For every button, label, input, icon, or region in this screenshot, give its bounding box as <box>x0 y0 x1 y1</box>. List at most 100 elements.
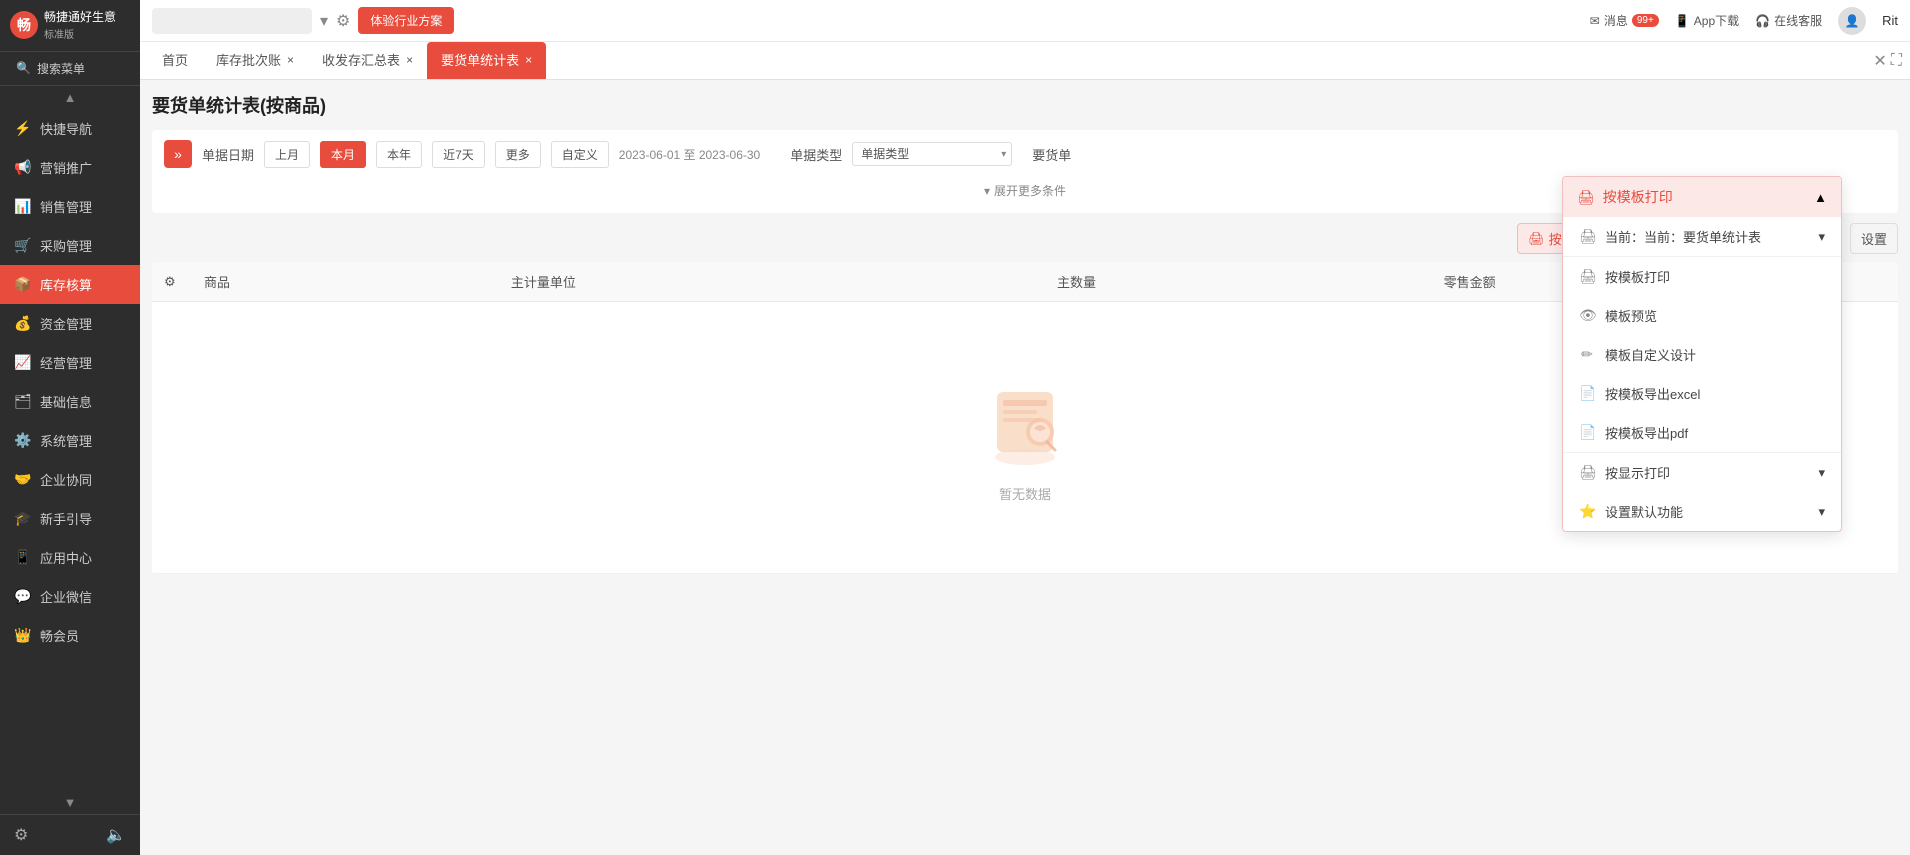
filter-expand-btn[interactable]: » <box>164 140 192 168</box>
dropdown-set-default[interactable]: ⭐ 设置默认功能 ▾ <box>1563 492 1841 531</box>
sidebar-item-system[interactable]: ⚙️ 系统管理 <box>0 421 140 460</box>
tab-order-stats-label: 要货单统计表 <box>441 50 519 69</box>
sidebar-item-guide[interactable]: 🎓 新手引导 <box>0 499 140 538</box>
marketing-icon: 📢 <box>14 158 32 176</box>
guide-icon: 🎓 <box>14 509 32 527</box>
tab-receipt-summary-label: 收发存汇总表 <box>322 50 400 69</box>
tab-receipt-summary[interactable]: 收发存汇总表 × <box>308 42 427 79</box>
sidebar-item-basic-label: 基础信息 <box>40 392 92 411</box>
basic-icon: 🗂 <box>14 392 32 410</box>
dropdown-item-template-design[interactable]: ✏ 模板自定义设计 <box>1563 335 1841 374</box>
tab-receipt-summary-close[interactable]: × <box>406 53 413 67</box>
printer-small-icon: 🖨 <box>1579 228 1595 245</box>
table-col-settings[interactable]: ⚙ <box>152 262 192 302</box>
sidebar-item-marketing[interactable]: 📢 营销推广 <box>0 148 140 187</box>
sidebar-item-marketing-label: 营销推广 <box>40 158 92 177</box>
trial-button[interactable]: 体验行业方案 <box>358 7 454 34</box>
settings-btn[interactable]: 设置 <box>1850 223 1898 254</box>
empty-state-text: 暂无数据 <box>999 484 1051 503</box>
app-download-icon: 📱 <box>1675 14 1690 28</box>
tab-home[interactable]: 首页 <box>148 42 202 79</box>
sidebar-item-collab[interactable]: 🤝 企业协同 <box>0 460 140 499</box>
template-design-icon: ✏ <box>1579 346 1595 363</box>
sidebar-item-operation[interactable]: 📈 经营管理 <box>0 343 140 382</box>
date-prev-month[interactable]: 上月 <box>264 141 310 168</box>
dropdown-header[interactable]: 🖨 按模板打印 ▲ <box>1563 177 1841 217</box>
sidebar-item-basic[interactable]: 🗂 基础信息 <box>0 382 140 421</box>
tab-resize-btns: ✕ ⛶ <box>1873 51 1902 71</box>
tab-order-stats-close[interactable]: × <box>525 53 532 67</box>
dropdown-current-template[interactable]: 🖨 当前：当前：要货单统计表 ▾ <box>1563 217 1841 256</box>
export-pdf-icon: 📄 <box>1579 424 1595 441</box>
collab-icon: 🤝 <box>14 470 32 488</box>
tab-order-stats[interactable]: 要货单统计表 × <box>427 42 546 79</box>
dropdown-display-print[interactable]: 🖨 按显示打印 ▾ <box>1563 453 1841 492</box>
expand-more-icon: ▾ <box>984 184 990 198</box>
date-current-year[interactable]: 本年 <box>376 141 422 168</box>
date-more[interactable]: 更多 <box>495 141 541 168</box>
customer-service-btn[interactable]: 🎧 在线客服 <box>1755 12 1822 29</box>
sidebar-item-quicknav[interactable]: ⚡ 快捷导航 <box>0 109 140 148</box>
sidebar-item-apps-label: 应用中心 <box>40 548 92 567</box>
dropdown-item-export-excel[interactable]: 📄 按模板导出excel <box>1563 374 1841 413</box>
dropdown-item-template-preview[interactable]: 👁 模板预览 <box>1563 296 1841 335</box>
avatar-icon: 👤 <box>1845 14 1860 28</box>
sidebar-item-system-label: 系统管理 <box>40 431 92 450</box>
sidebar-item-apps[interactable]: 📱 应用中心 <box>0 538 140 577</box>
sidebar-item-sales[interactable]: 📊 销售管理 <box>0 187 140 226</box>
logo-text-block: 畅捷通好生意 标准版 <box>44 10 116 41</box>
customer-service-label: 在线客服 <box>1774 12 1822 29</box>
sidebar-item-member[interactable]: 👑 畅会员 <box>0 616 140 655</box>
member-icon: 👑 <box>14 626 32 644</box>
sidebar-item-finance-label: 资金管理 <box>40 314 92 333</box>
printer-icon: 🖨 <box>1528 231 1545 247</box>
dropdown-display-print-chevron: ▾ <box>1818 465 1825 481</box>
dropdown-current-label: 当前：当前：要货单统计表 <box>1605 227 1761 246</box>
message-icon: ✉ <box>1590 14 1600 28</box>
sidebar-item-wechat[interactable]: 💬 企业微信 <box>0 577 140 616</box>
date-current-month[interactable]: 本月 <box>320 141 366 168</box>
doc-type-select[interactable]: 单据类型 <box>852 142 1012 166</box>
sidebar-item-finance[interactable]: 💰 资金管理 <box>0 304 140 343</box>
logo-icon: 畅 <box>10 11 38 39</box>
sidebar-item-purchase[interactable]: 🛒 采购管理 <box>0 226 140 265</box>
dropdown-item-export-pdf-label: 按模板导出pdf <box>1605 423 1688 442</box>
page-content: 要货单统计表(按商品) » 单据日期 上月 本月 本年 近7天 更多 自定义 2… <box>140 80 1910 855</box>
table-col-goods: 商品 <box>192 262 499 302</box>
sidebar-item-inventory[interactable]: 📦 库存核算 <box>0 265 140 304</box>
sidebar-item-sales-label: 销售管理 <box>40 197 92 216</box>
topbar-search-box[interactable] <box>152 8 312 34</box>
dropdown-item-template-print[interactable]: 🖨 按模板打印 <box>1563 257 1841 296</box>
tab-batch-account[interactable]: 库存批次账 × <box>202 42 308 79</box>
sidebar-logo: 畅 畅捷通好生意 标准版 <box>0 0 140 52</box>
topbar-settings-icon[interactable]: ⚙ <box>336 11 350 31</box>
dropdown-item-export-excel-label: 按模板导出excel <box>1605 384 1700 403</box>
footer-sound-icon[interactable]: 🔈 <box>106 825 126 845</box>
scroll-up-btn[interactable]: ▲ <box>0 86 140 109</box>
user-avatar[interactable]: 👤 <box>1838 7 1866 35</box>
app-name: 畅捷通好生意 <box>44 10 116 26</box>
date-filter-label: 单据日期 <box>202 145 254 164</box>
date-7days[interactable]: 近7天 <box>432 141 485 168</box>
footer-settings-icon[interactable]: ⚙ <box>14 825 28 845</box>
topbar-dropdown-icon[interactable]: ▾ <box>320 11 328 31</box>
dropdown-set-default-left: ⭐ 设置默认功能 <box>1579 502 1683 521</box>
sidebar-item-operation-label: 经营管理 <box>40 353 92 372</box>
tab-bar: 首页 库存批次账 × 收发存汇总表 × 要货单统计表 × ✕ ⛶ <box>140 42 1910 80</box>
dropdown-item-export-pdf[interactable]: 📄 按模板导出pdf <box>1563 413 1841 452</box>
expand-more-btn[interactable]: ▾ 展开更多条件 <box>976 178 1074 203</box>
dropdown-current-left: 🖨 当前：当前：要货单统计表 <box>1579 227 1761 246</box>
sidebar-item-wechat-label: 企业微信 <box>40 587 92 606</box>
export-excel-icon: 📄 <box>1579 385 1595 402</box>
tab-batch-account-close[interactable]: × <box>287 53 294 67</box>
message-btn[interactable]: ✉ 消息 99+ <box>1590 12 1659 29</box>
doc-type-label: 单据类型 <box>790 145 842 164</box>
date-custom[interactable]: 自定义 <box>551 141 609 168</box>
app-download-btn[interactable]: 📱 App下载 <box>1675 12 1739 29</box>
tab-close-all-btn[interactable]: ✕ <box>1873 51 1886 71</box>
dropdown-printer-icon: 🖨 <box>1577 189 1595 206</box>
sidebar-search[interactable]: 🔍 搜索菜单 <box>0 52 140 86</box>
tab-maximize-btn[interactable]: ⛶ <box>1891 51 1902 71</box>
sidebar-nav: ⚡ 快捷导航 📢 营销推广 📊 销售管理 🛒 采购管理 📦 库存核算 💰 资金管… <box>0 109 140 791</box>
scroll-down-btn[interactable]: ▼ <box>0 791 140 814</box>
